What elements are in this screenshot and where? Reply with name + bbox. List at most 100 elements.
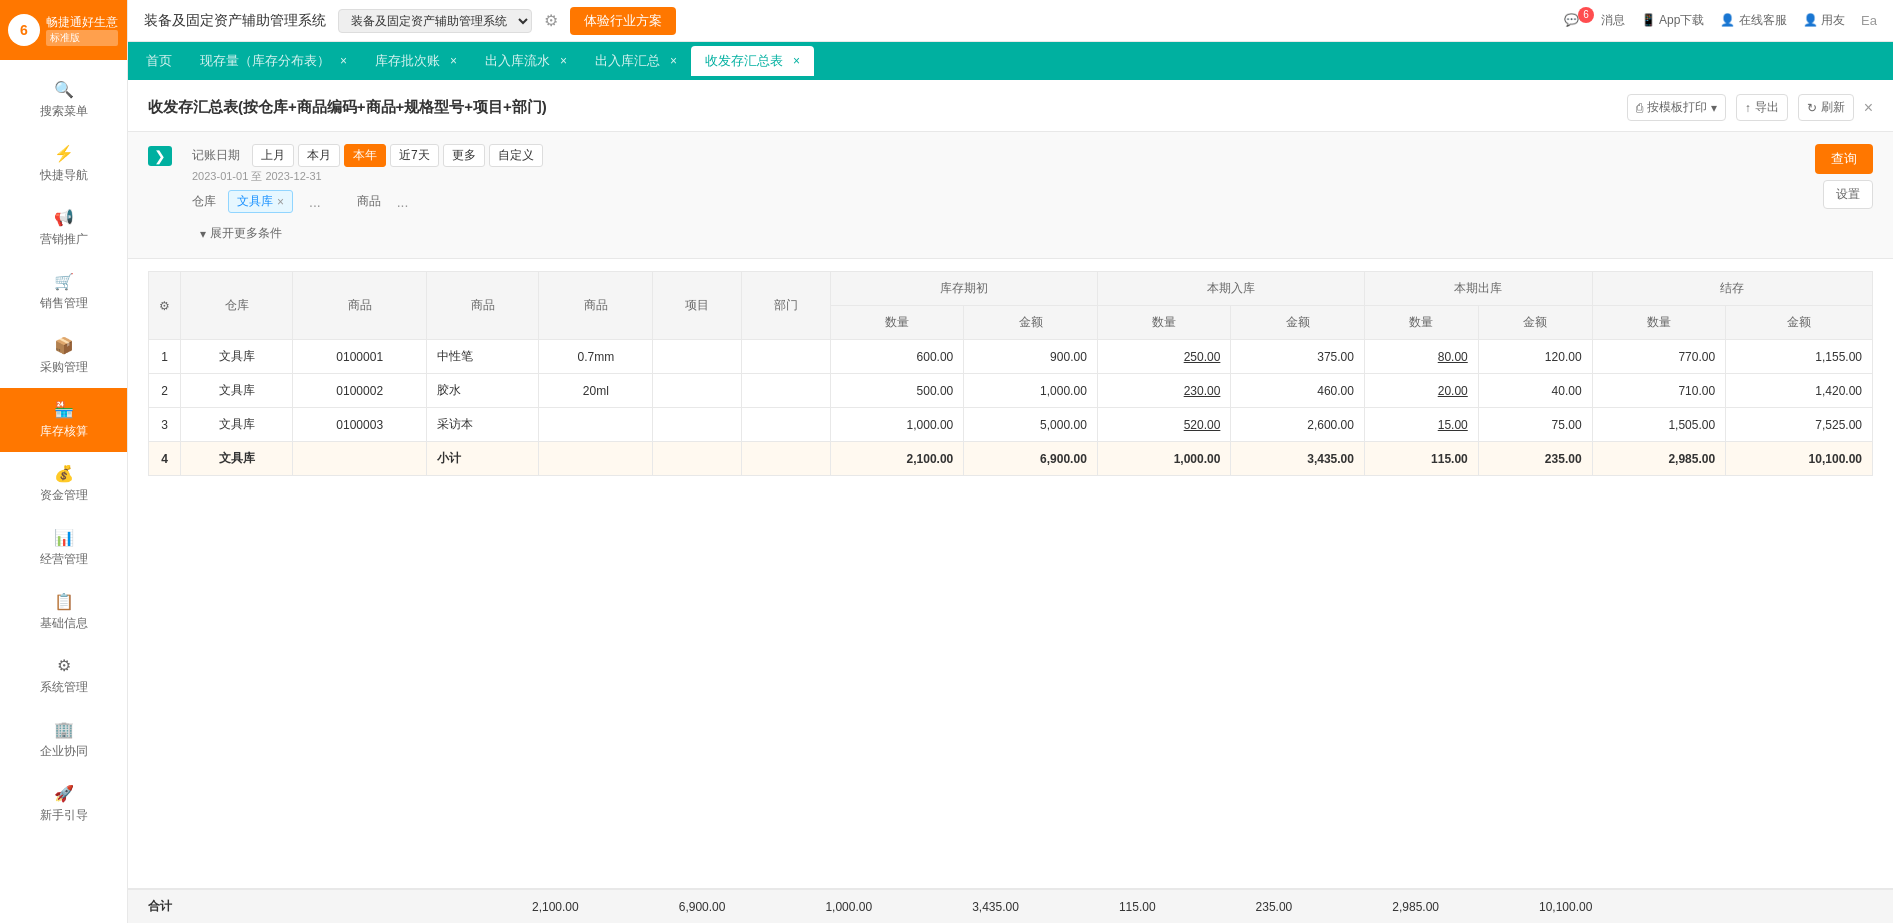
tab-close-3[interactable]: × bbox=[560, 54, 567, 68]
export-btn[interactable]: ↑ 导出 bbox=[1736, 94, 1788, 121]
date-range: 2023-01-01 至 2023-12-31 bbox=[192, 169, 1795, 184]
tab-0[interactable]: 首页 bbox=[132, 46, 186, 76]
online-service[interactable]: 👤 在线客服 bbox=[1720, 12, 1786, 29]
top-bar-right: 💬 6 消息 📱 App下载 👤 在线客服 👤 用友 Ea bbox=[1564, 12, 1877, 29]
page-title: 收发存汇总表(按仓库+商品编码+商品+规格型号+项目+部门) bbox=[148, 98, 547, 117]
col-out-group: 本期出库 bbox=[1364, 272, 1592, 306]
settings-icon[interactable]: ⚙ bbox=[159, 299, 170, 313]
goods-dots[interactable]: ... bbox=[393, 194, 413, 210]
col-in-qty-header: 数量 bbox=[1097, 306, 1231, 340]
row-in-qty[interactable]: 250.00 bbox=[1097, 340, 1231, 374]
col-opening-group: 库存期初 bbox=[830, 272, 1097, 306]
tab-3[interactable]: 出入库流水× bbox=[471, 46, 581, 76]
warehouse-tag-close[interactable]: × bbox=[277, 195, 284, 209]
row-out-qty: 115.00 bbox=[1364, 442, 1478, 476]
row-in-qty[interactable]: 520.00 bbox=[1097, 408, 1231, 442]
settings-icon[interactable]: ⚙ bbox=[544, 11, 558, 30]
row-out-qty[interactable]: 15.00 bbox=[1364, 408, 1478, 442]
row-out-qty[interactable]: 20.00 bbox=[1364, 374, 1478, 408]
warehouse-label: 仓库 bbox=[192, 193, 216, 210]
row-closing-amt: 1,155.00 bbox=[1726, 340, 1873, 374]
sidebar-item-guide[interactable]: 🚀新手引导 bbox=[0, 772, 127, 836]
tab-close-4[interactable]: × bbox=[670, 54, 677, 68]
row-no: 4 bbox=[149, 442, 181, 476]
sidebar-item-purchase[interactable]: 📦采购管理 bbox=[0, 324, 127, 388]
tab-close-2[interactable]: × bbox=[450, 54, 457, 68]
sidebar-item-sales[interactable]: 🛒销售管理 bbox=[0, 260, 127, 324]
date-btn-last-month[interactable]: 上月 bbox=[252, 144, 294, 167]
query-btn[interactable]: 查询 bbox=[1815, 144, 1873, 174]
nav-label-sales: 销售管理 bbox=[40, 295, 88, 312]
sidebar-item-operations[interactable]: 📊经营管理 bbox=[0, 516, 127, 580]
total-label: 合计 bbox=[148, 898, 172, 915]
settings-btn[interactable]: 设置 bbox=[1823, 180, 1873, 209]
sidebar-item-basic[interactable]: 📋基础信息 bbox=[0, 580, 127, 644]
tab-close-1[interactable]: × bbox=[340, 54, 347, 68]
sidebar-item-corp[interactable]: 🏢企业协同 bbox=[0, 708, 127, 772]
msg-area[interactable]: 💬 6 消息 bbox=[1564, 12, 1626, 29]
nav-label-system: 系统管理 bbox=[40, 679, 88, 696]
sidebar-tag: 标准版 bbox=[46, 30, 118, 46]
warehouse-dots[interactable]: ... bbox=[305, 194, 325, 210]
total-opening-qty: 2,100.00 bbox=[532, 900, 579, 914]
row-warehouse: 文具库 bbox=[181, 340, 293, 374]
tab-label-1: 现存量（库存分布表） bbox=[200, 52, 330, 70]
tab-close-5[interactable]: × bbox=[793, 54, 800, 68]
close-page-btn[interactable]: × bbox=[1864, 99, 1873, 117]
col-settings-header[interactable]: ⚙ bbox=[149, 272, 181, 340]
date-btn-this-year[interactable]: 本年 bbox=[344, 144, 386, 167]
filter-area: ❯ 记账日期 上月 本月 本年 近7天 更多 bbox=[128, 132, 1893, 259]
col-out-qty-header: 数量 bbox=[1364, 306, 1478, 340]
row-in-amt: 460.00 bbox=[1231, 374, 1365, 408]
sidebar-item-marketing[interactable]: 📢营销推广 bbox=[0, 196, 127, 260]
row-out-qty[interactable]: 80.00 bbox=[1364, 340, 1478, 374]
date-btn-7days[interactable]: 近7天 bbox=[390, 144, 439, 167]
row-project bbox=[653, 408, 742, 442]
filter-warehouse-row: 仓库 文具库 × ... 商品 ... bbox=[192, 190, 1795, 213]
tab-1[interactable]: 现存量（库存分布表） × bbox=[186, 46, 361, 76]
nav-label-operations: 经营管理 bbox=[40, 551, 88, 568]
sidebar-item-inventory[interactable]: 🏪库存核算 bbox=[0, 388, 127, 452]
total-closing-qty: 2,985.00 bbox=[1392, 900, 1439, 914]
total-in-qty: 1,000.00 bbox=[825, 900, 872, 914]
filter-wrap: ❯ 记账日期 上月 本月 本年 近7天 更多 bbox=[148, 144, 1873, 246]
sidebar-item-quick[interactable]: ⚡快捷导航 bbox=[0, 132, 127, 196]
nav-label-quick: 快捷导航 bbox=[40, 167, 88, 184]
row-spec: 0.7mm bbox=[539, 340, 653, 374]
row-in-qty: 1,000.00 bbox=[1097, 442, 1231, 476]
app-download[interactable]: 📱 App下载 bbox=[1641, 12, 1704, 29]
tab-4[interactable]: 出入库汇总× bbox=[581, 46, 691, 76]
date-btn-this-month[interactable]: 本月 bbox=[298, 144, 340, 167]
row-out-amt: 235.00 bbox=[1478, 442, 1592, 476]
refresh-icon: ↻ bbox=[1807, 101, 1817, 115]
date-btn-more[interactable]: 更多 bbox=[443, 144, 485, 167]
nav-label-finance: 资金管理 bbox=[40, 487, 88, 504]
date-label: 记账日期 bbox=[192, 147, 240, 164]
row-in-amt: 375.00 bbox=[1231, 340, 1365, 374]
sidebar-item-finance[interactable]: 💰 资金管理 bbox=[0, 452, 127, 516]
tab-2[interactable]: 库存批次账× bbox=[361, 46, 471, 76]
system-select[interactable]: 装备及固定资产辅助管理系统 bbox=[338, 9, 532, 33]
msg-label: 消息 bbox=[1601, 13, 1625, 27]
user-area[interactable]: 👤 用友 bbox=[1803, 12, 1845, 29]
expand-btn[interactable]: ▾ 展开更多条件 bbox=[192, 221, 1795, 246]
experience-btn[interactable]: 体验行业方案 bbox=[570, 7, 676, 35]
row-in-qty[interactable]: 230.00 bbox=[1097, 374, 1231, 408]
sidebar-item-system[interactable]: ⚙系统管理 bbox=[0, 644, 127, 708]
row-dept bbox=[741, 442, 830, 476]
tab-5[interactable]: 收发存汇总表× bbox=[691, 46, 814, 76]
row-closing-qty: 2,985.00 bbox=[1592, 442, 1726, 476]
row-dept bbox=[741, 408, 830, 442]
sidebar-logo: 6 畅捷通好生意 标准版 bbox=[0, 0, 127, 60]
nav-icon-finance: 💰 bbox=[54, 464, 74, 483]
filter-expand-arrow[interactable]: ❯ bbox=[148, 146, 172, 166]
row-out-amt: 75.00 bbox=[1478, 408, 1592, 442]
sidebar-item-search[interactable]: 🔍搜索菜单 bbox=[0, 68, 127, 132]
table-row: 2 文具库 0100002 胶水 20ml 500.00 1,000.00 23… bbox=[149, 374, 1873, 408]
refresh-btn[interactable]: ↻ 刷新 bbox=[1798, 94, 1854, 121]
row-closing-qty: 1,505.00 bbox=[1592, 408, 1726, 442]
date-btn-custom[interactable]: 自定义 bbox=[489, 144, 543, 167]
col-in-group: 本期入库 bbox=[1097, 272, 1364, 306]
expand-more-row: ▾ 展开更多条件 bbox=[192, 221, 1795, 246]
print-btn[interactable]: ⎙ 按模板打印 ▾ bbox=[1627, 94, 1726, 121]
